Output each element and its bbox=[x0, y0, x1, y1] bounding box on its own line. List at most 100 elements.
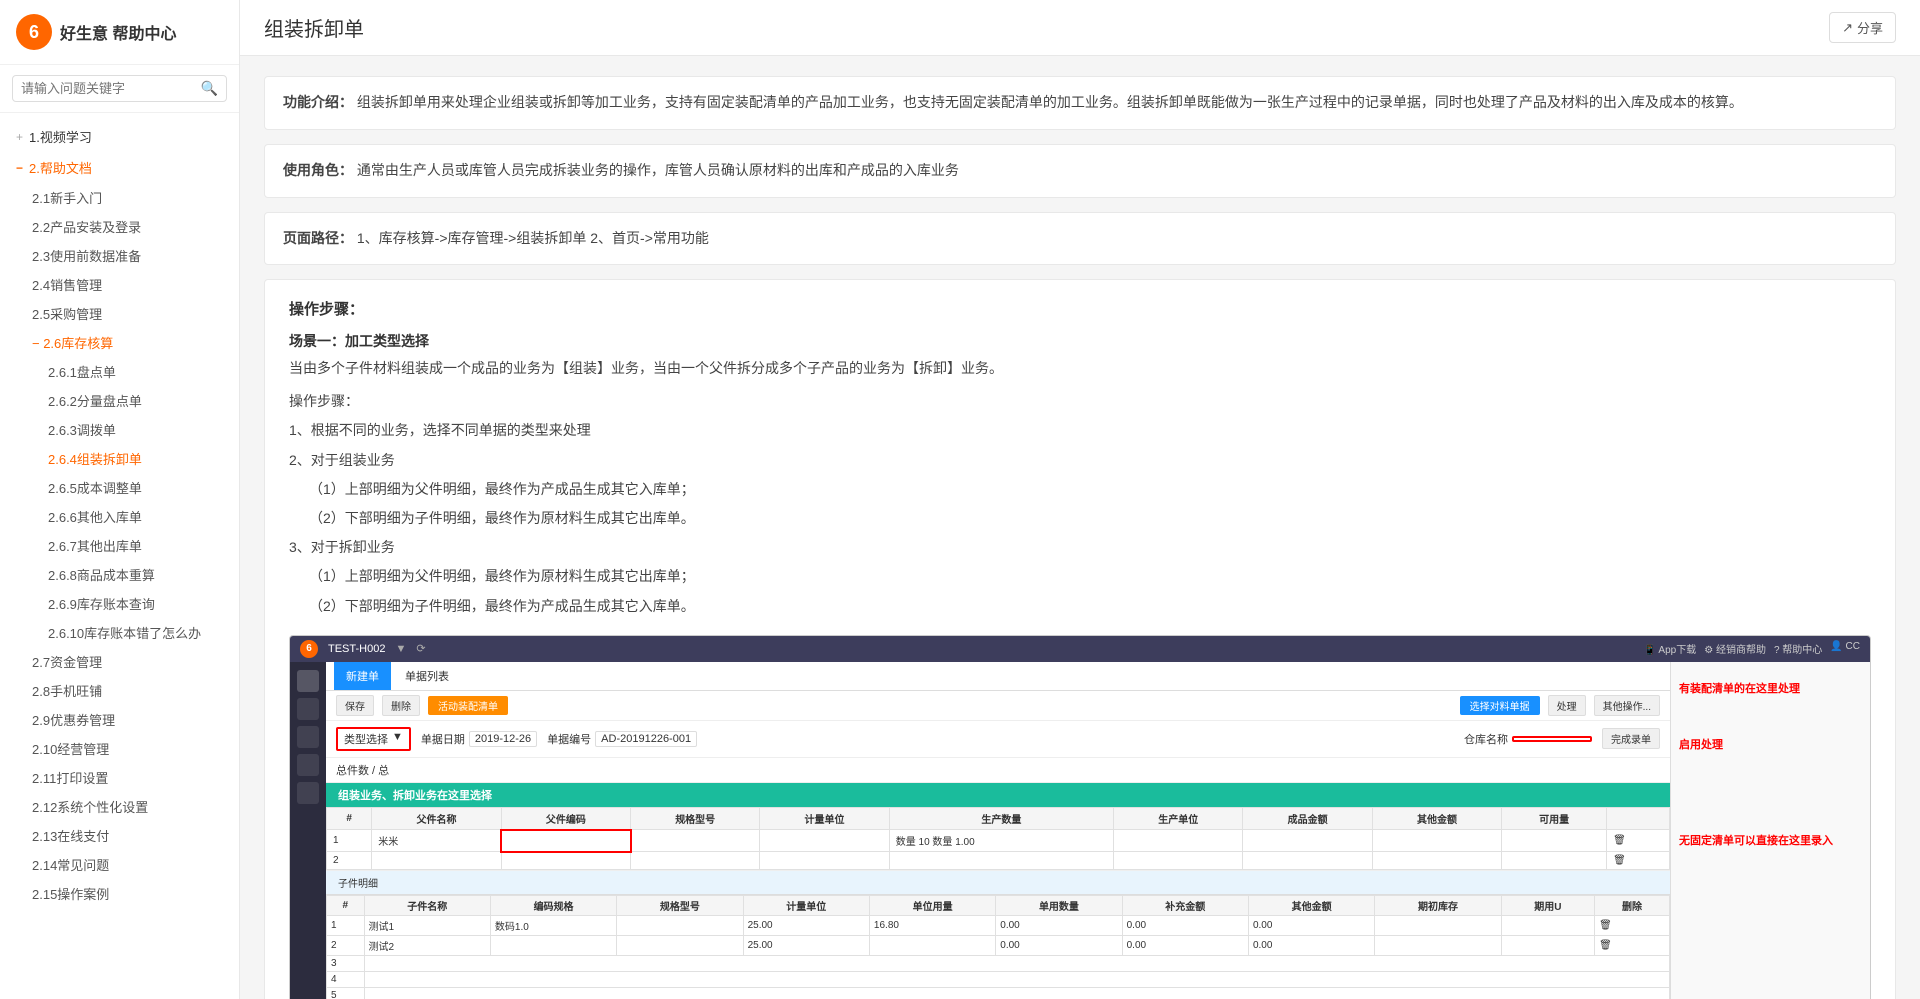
role-block: 使用角色： 通常由生产人员或库管人员完成拆装业务的操作，库管人员确认原材料的出库… bbox=[264, 144, 1896, 198]
toggle-plus-icon: + bbox=[16, 130, 23, 144]
sc-refresh-icon: ⟳ bbox=[416, 642, 425, 655]
sidebar-item-finance[interactable]: 2.7资金管理 bbox=[0, 647, 239, 676]
sidebar-item-cost-adjust[interactable]: 2.6.5成本调整单 bbox=[0, 473, 239, 502]
sc-field-date: 单据日期 2019-12-26 bbox=[421, 731, 537, 747]
sc-th-avail: 可用量 bbox=[1502, 807, 1607, 830]
sc-toolbar-btn-process: 处理 bbox=[1548, 695, 1586, 716]
step3: 3、对于拆卸业务 bbox=[289, 535, 1871, 560]
sc-th-seq: # bbox=[327, 807, 372, 830]
sidebar-item-other-out[interactable]: 2.6.7其他出库单 bbox=[0, 531, 239, 560]
sidebar-item-mobile[interactable]: 2.8手机旺铺 bbox=[0, 676, 239, 705]
sc-type-label: 类型选择 bbox=[344, 731, 388, 747]
search-input[interactable] bbox=[21, 81, 201, 96]
sidebar-item-customize[interactable]: 2.12系统个性化设置 bbox=[0, 792, 239, 821]
step2-1: （1）上部明细为父件明细，最终作为产成品生成其它入库单； bbox=[289, 477, 1871, 502]
sidebar-item-help-docs[interactable]: − 2.帮助文档 bbox=[0, 152, 239, 183]
sidebar-item-sales[interactable]: 2.4销售管理 bbox=[0, 270, 239, 299]
table-row: 3 bbox=[327, 956, 1670, 972]
sidebar-item-faq[interactable]: 2.14常见问题 bbox=[0, 850, 239, 879]
sc-sub-th-del: 删除 bbox=[1595, 896, 1670, 916]
sc-field-code: 单据编号 AD-20191226-001 bbox=[547, 731, 697, 747]
sc-sub-th-pq: 期用U bbox=[1501, 896, 1594, 916]
sidebar-item-inv-fix[interactable]: 2.6.10库存账本错了怎么办 bbox=[0, 618, 239, 647]
sc-date-label: 单据日期 bbox=[421, 731, 465, 747]
step2-2: （2）下部明细为子件明细，最终作为原材料生成其它出库单。 bbox=[289, 506, 1871, 531]
sidebar-item-video-learning[interactable]: + 1.视频学习 bbox=[0, 121, 239, 152]
sidebar-item-payment[interactable]: 2.13在线支付 bbox=[0, 821, 239, 850]
sc-sub-th-spec: 规格型号 bbox=[617, 896, 743, 916]
search-area: 🔍 bbox=[0, 65, 239, 113]
sidebar-item-inventory[interactable]: − 2.6库存核算 bbox=[0, 328, 239, 357]
sidebar-item-new-user[interactable]: 2.1新手入门 bbox=[0, 183, 239, 212]
sidebar-item-print[interactable]: 2.11打印设置 bbox=[0, 763, 239, 792]
sc-section-assembly: 组装业务、拆卸业务在这里选择 bbox=[326, 783, 1670, 807]
intro-label: 功能介绍： bbox=[283, 94, 353, 110]
share-label: 分享 bbox=[1857, 18, 1883, 37]
sidebar-item-other-in[interactable]: 2.6.6其他入库单 bbox=[0, 502, 239, 531]
step2: 2、对于组装业务 bbox=[289, 448, 1871, 473]
sidebar-item-cost-recalc[interactable]: 2.6.8商品成本重算 bbox=[0, 560, 239, 589]
topbar: 组装拆卸单 ↗ 分享 bbox=[240, 0, 1920, 56]
sc-mini-icon3 bbox=[297, 754, 319, 776]
sc-th-other-amt: 其他金额 bbox=[1372, 807, 1501, 830]
sc-mini-icon1 bbox=[297, 698, 319, 720]
sc-th-parent-name: 父件名称 bbox=[372, 807, 501, 830]
sc-toolbar-btn-more: 其他操作... bbox=[1594, 695, 1660, 716]
scene1-title: 场景一：加工类型选择 bbox=[289, 331, 1871, 351]
table-row: 2 bbox=[327, 852, 1670, 870]
sc-field-warehouse: 仓库名称 bbox=[1464, 731, 1592, 747]
ops-title: 操作步骤： bbox=[289, 298, 1871, 319]
sc-user-icon: 👤 CC bbox=[1830, 641, 1860, 656]
sc-toolbar-btn-delete: 删除 bbox=[382, 695, 420, 716]
ops-steps-title: 操作步骤： bbox=[289, 389, 1871, 414]
sidebar-item-transfer[interactable]: 2.6.3调拨单 bbox=[0, 415, 239, 444]
sidebar-item-coupon[interactable]: 2.9优惠券管理 bbox=[0, 705, 239, 734]
sidebar-item-partial-check[interactable]: 2.6.2分量盘点单 bbox=[0, 386, 239, 415]
sc-app-icon: 📱 App下载 bbox=[1644, 641, 1696, 656]
sidebar-item-cases[interactable]: 2.15操作案例 bbox=[0, 879, 239, 908]
sc-mini-icon4 bbox=[297, 782, 319, 804]
sc-wh-input bbox=[1512, 736, 1592, 742]
sc-logo-icon: 6 bbox=[300, 640, 318, 658]
sc-type-selector: 类型选择 ▼ bbox=[336, 727, 411, 751]
step1: 1、根据不同的业务，选择不同单据的类型来处理 bbox=[289, 418, 1871, 443]
share-icon: ↗ bbox=[1842, 20, 1853, 36]
sc-date-value: 2019-12-26 bbox=[469, 731, 537, 747]
search-box[interactable]: 🔍 bbox=[12, 75, 227, 102]
sidebar-item-data-prep[interactable]: 2.3使用前数据准备 bbox=[0, 241, 239, 270]
page-title: 组装拆卸单 bbox=[264, 13, 364, 42]
sc-sub-th-code: 编码规格 bbox=[490, 896, 616, 916]
search-icon: 🔍 bbox=[201, 80, 218, 97]
sidebar-item-purchase[interactable]: 2.5采购管理 bbox=[0, 299, 239, 328]
role-label: 使用角色： bbox=[283, 162, 353, 178]
sc-sub-th-init: 期初库存 bbox=[1375, 896, 1501, 916]
table-row: 1 米米 数量 10 数量 1.00 bbox=[327, 830, 1670, 852]
sidebar-section-label: 1.视频学习 bbox=[29, 127, 92, 146]
step3-1: （1）上部明细为父件明细，最终作为原材料生成其它出库单； bbox=[289, 564, 1871, 589]
sc-th-prod-unit: 生产单位 bbox=[1114, 807, 1243, 830]
sidebar-item-assembly[interactable]: 2.6.4组装拆卸单 bbox=[0, 444, 239, 473]
sc-mini-home bbox=[297, 670, 319, 692]
sidebar-item-inventory-check[interactable]: 2.6.1盘点单 bbox=[0, 357, 239, 386]
sc-toolbar-btn-select: 选择对料单据 bbox=[1460, 696, 1540, 715]
sc-window-title: TEST-H002 bbox=[328, 643, 385, 655]
intro-block: 功能介绍： 组装拆卸单用来处理企业组装或拆卸等加工业务，支持有固定装配清单的产品… bbox=[264, 76, 1896, 130]
path-block: 页面路径： 1、库存核算->库存管理->组装拆卸单 2、首页->常用功能 bbox=[264, 212, 1896, 266]
sc-toolbar-btn-save: 保存 bbox=[336, 695, 374, 716]
sidebar-item-install[interactable]: 2.2产品安装及登录 bbox=[0, 212, 239, 241]
table-row: 1 测试1 数码1.0 25.00 16.80 0.00 0.00 0.00 bbox=[327, 916, 1670, 936]
sc-tab-new: 新建单 bbox=[334, 662, 391, 690]
sidebar-item-operation[interactable]: 2.10经营管理 bbox=[0, 734, 239, 763]
sc-code-label: 单据编号 bbox=[547, 731, 591, 747]
share-button[interactable]: ↗ 分享 bbox=[1829, 12, 1896, 43]
sc-wh-label: 仓库名称 bbox=[1464, 731, 1508, 747]
sc-th-unit: 计量单位 bbox=[760, 807, 889, 830]
sc-th-parent-code: 父件编码 bbox=[501, 807, 630, 830]
sc-section-label: 组装业务、拆卸业务在这里选择 bbox=[338, 787, 492, 803]
sc-sub-th-unit-usage: 单位用量 bbox=[869, 896, 995, 916]
content-area: 功能介绍： 组装拆卸单用来处理企业组装或拆卸等加工业务，支持有固定装配清单的产品… bbox=[240, 56, 1920, 999]
table-row: 2 测试2 25.00 0.00 0.00 0.00 bbox=[327, 936, 1670, 956]
role-text: 通常由生产人员或库管人员完成拆装业务的操作，库管人员确认原材料的出库和产成品的入… bbox=[357, 162, 959, 178]
sc-setting-icon: ⚙ 经销商帮助 bbox=[1704, 641, 1766, 656]
sidebar-item-inv-ledger[interactable]: 2.6.9库存账本查询 bbox=[0, 589, 239, 618]
